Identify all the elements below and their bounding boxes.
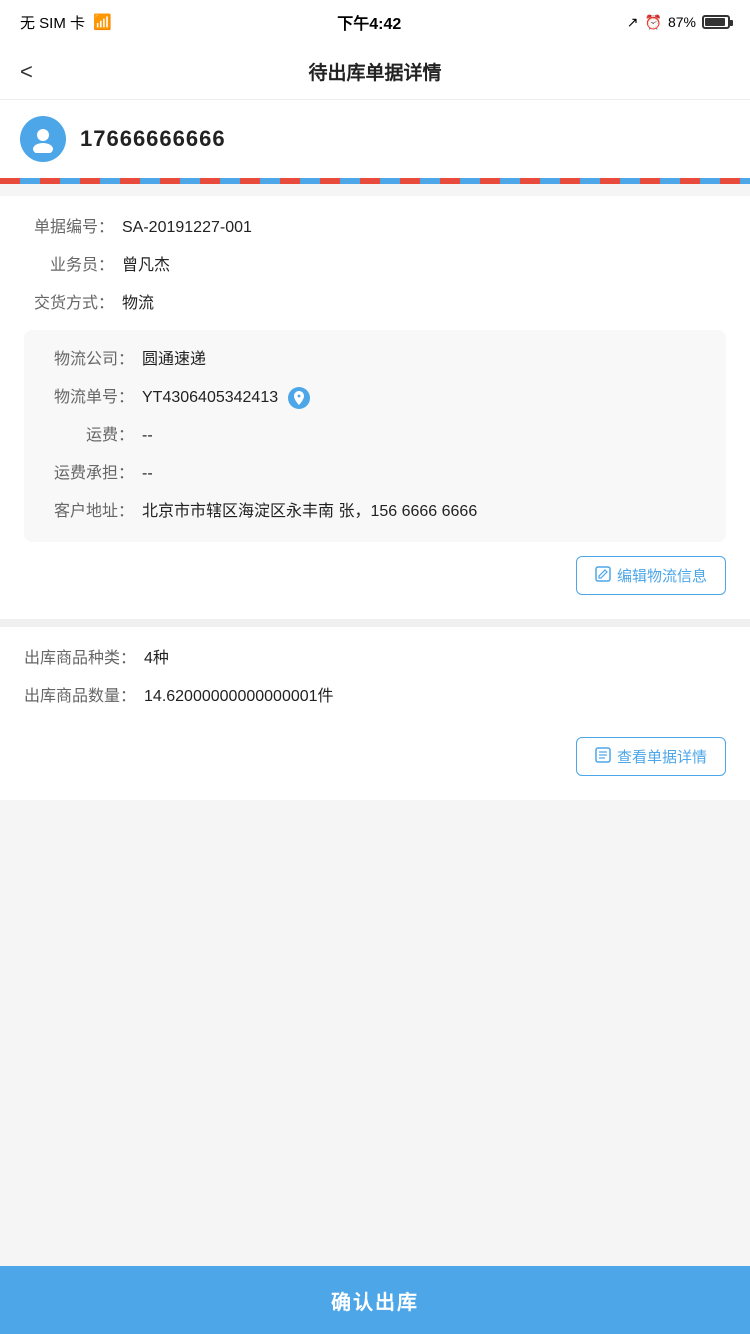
delivery-label: 交货方式： xyxy=(24,292,114,316)
confirm-bar[interactable]: 确认出库 xyxy=(0,1266,750,1334)
staff-row: 业务员： 曾凡杰 xyxy=(24,254,726,278)
status-right: ↗ ⏰ 87% xyxy=(627,14,730,31)
carrier-label: 无 SIM 卡 xyxy=(20,12,85,33)
goods-type-value: 4种 xyxy=(144,647,726,671)
location-pin-button[interactable] xyxy=(288,387,310,409)
battery-icon xyxy=(702,15,730,29)
goods-type-row: 出库商品种类： 4种 xyxy=(24,647,726,671)
address-row: 客户地址： 北京市市辖区海淀区永丰南 张，156 6666 6666 xyxy=(44,500,706,524)
edit-logistics-label: 编辑物流信息 xyxy=(617,565,707,586)
status-bar: 无 SIM 卡 📶 下午4:42 ↗ ⏰ 87% xyxy=(0,0,750,44)
back-button[interactable]: < xyxy=(20,51,45,93)
wifi-icon: 📶 xyxy=(93,13,112,31)
location-icon: ↗ xyxy=(627,14,639,31)
delivery-row: 交货方式： 物流 xyxy=(24,292,726,316)
confirm-label: 确认出库 xyxy=(331,1286,419,1315)
freight-label: 运费： xyxy=(44,424,134,448)
document-value: SA-20191227-001 xyxy=(122,216,726,240)
detail-icon xyxy=(595,747,611,767)
page-title: 待出库单据详情 xyxy=(308,58,441,85)
logistics-company-row: 物流公司： 圆通速递 xyxy=(44,348,706,372)
basic-info-section: 单据编号： SA-20191227-001 业务员： 曾凡杰 交货方式： 物流 … xyxy=(0,196,750,619)
logistics-tracking-value: YT4306405342413 xyxy=(142,386,706,410)
staff-label: 业务员： xyxy=(24,254,114,278)
battery-percent: 87% xyxy=(668,14,696,30)
logistics-box: 物流公司： 圆通速递 物流单号： YT4306405342413 运费： -- xyxy=(24,330,726,542)
bottom-spacer xyxy=(0,800,750,960)
alarm-icon: ⏰ xyxy=(645,14,662,31)
logistics-tracking-row: 物流单号： YT4306405342413 xyxy=(44,386,706,410)
status-time: 下午4:42 xyxy=(337,10,401,34)
freight-row: 运费： -- xyxy=(44,424,706,448)
freight-bear-label: 运费承担： xyxy=(44,462,134,486)
freight-bear-row: 运费承担： -- xyxy=(44,462,706,486)
view-detail-button[interactable]: 查看单据详情 xyxy=(576,737,726,776)
tracking-number-text: YT4306405342413 xyxy=(142,386,278,410)
view-detail-label: 查看单据详情 xyxy=(617,746,707,767)
freight-value: -- xyxy=(142,424,706,448)
logistics-company-label: 物流公司： xyxy=(44,348,134,372)
address-value: 北京市市辖区海淀区永丰南 张，156 6666 6666 xyxy=(142,500,706,524)
nav-bar: < 待出库单据详情 xyxy=(0,44,750,100)
dashed-separator xyxy=(0,178,750,184)
document-row: 单据编号： SA-20191227-001 xyxy=(24,216,726,240)
delivery-value: 物流 xyxy=(122,292,726,316)
avatar xyxy=(20,116,66,162)
logistics-company-value: 圆通速递 xyxy=(142,348,706,372)
address-label: 客户地址： xyxy=(44,500,134,524)
document-label: 单据编号： xyxy=(24,216,114,240)
goods-type-label: 出库商品种类： xyxy=(24,647,136,671)
staff-value: 曾凡杰 xyxy=(122,254,726,278)
detail-btn-row: 查看单据详情 xyxy=(24,723,726,780)
edit-logistics-button[interactable]: 编辑物流信息 xyxy=(576,556,726,595)
goods-quantity-label: 出库商品数量： xyxy=(24,685,136,709)
logistics-tracking-label: 物流单号： xyxy=(44,386,134,410)
goods-quantity-row: 出库商品数量： 14.62000000000000001件 xyxy=(24,685,726,709)
goods-section: 出库商品种类： 4种 出库商品数量： 14.62000000000000001件… xyxy=(0,627,750,800)
goods-quantity-value: 14.62000000000000001件 xyxy=(144,685,726,709)
freight-bear-value: -- xyxy=(142,462,706,486)
edit-icon xyxy=(595,566,611,586)
user-phone: 17666666666 xyxy=(80,126,226,152)
status-left: 无 SIM 卡 📶 xyxy=(20,12,112,33)
edit-btn-row: 编辑物流信息 xyxy=(24,542,726,599)
section-divider xyxy=(0,619,750,627)
user-header: 17666666666 xyxy=(0,100,750,178)
